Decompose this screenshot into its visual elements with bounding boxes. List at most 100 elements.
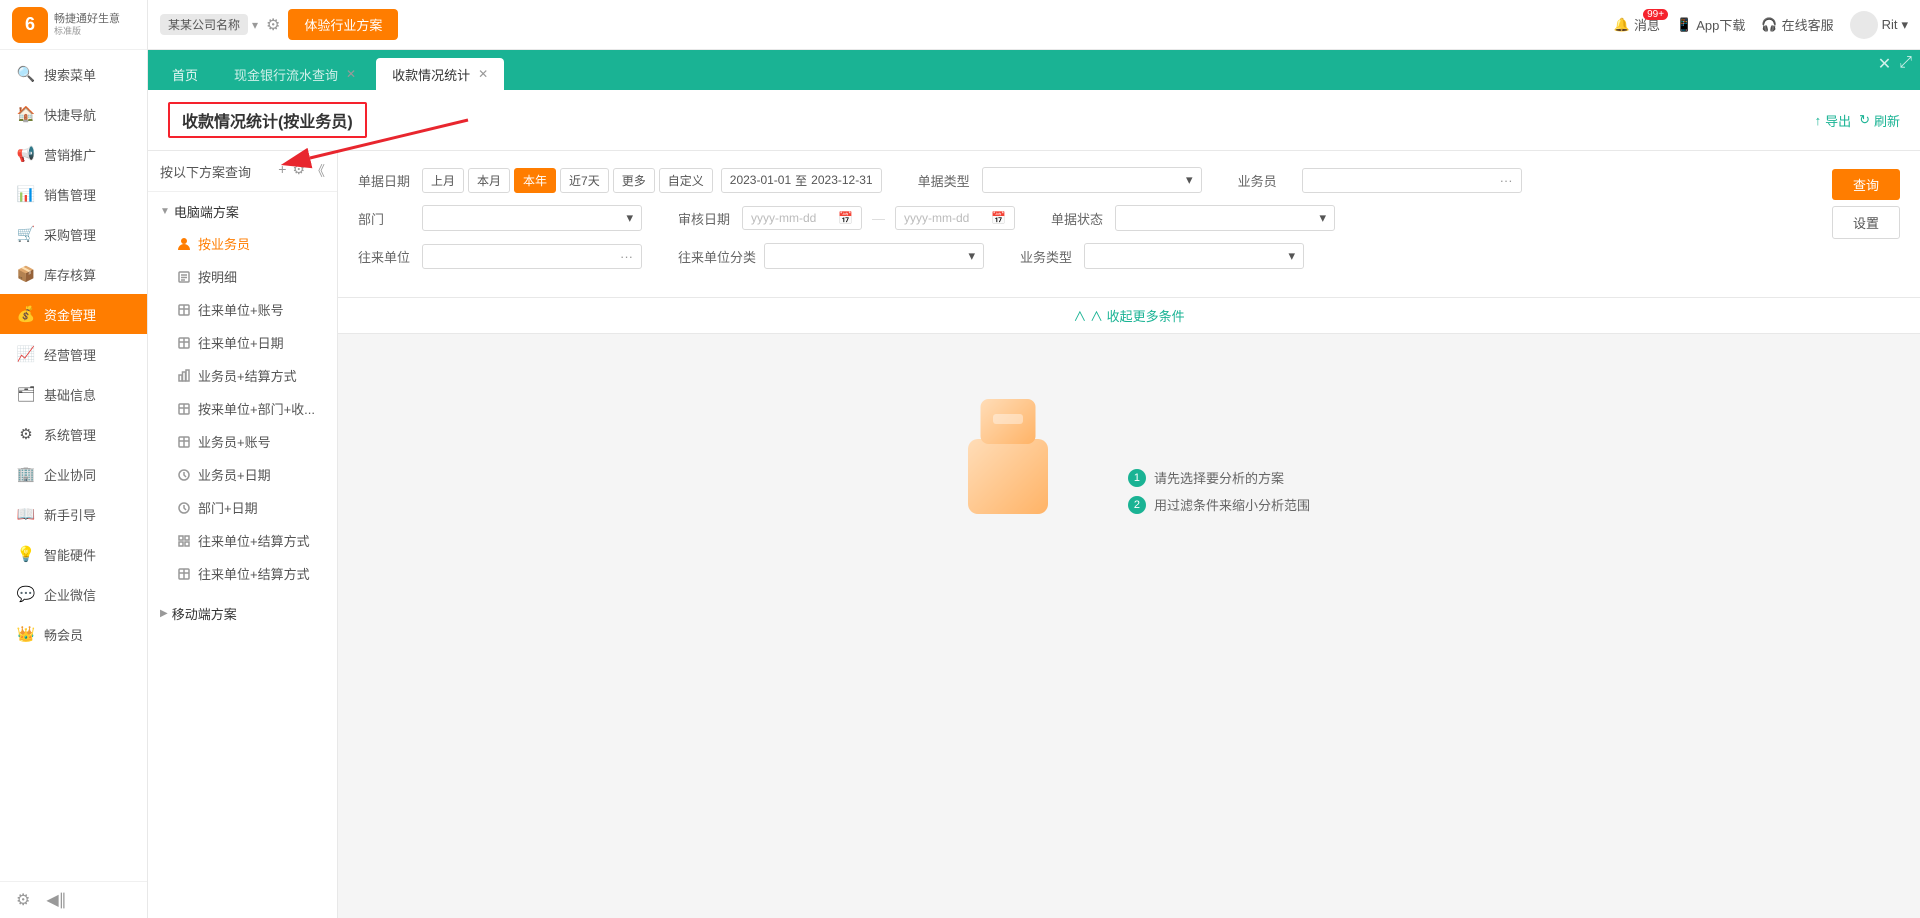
scheme-partner-dept[interactable]: 按来单位+部门+收... (148, 392, 337, 425)
scheme-settings-icon[interactable]: ⚙ (292, 161, 305, 181)
tab-collection-stat-close-icon[interactable]: ✕ (478, 67, 488, 81)
query-button[interactable]: 查询 (1832, 169, 1900, 200)
scheme-salesperson-settle[interactable]: 业务员+结算方式 (148, 359, 337, 392)
sidebar-item-quicknav[interactable]: 🏠 快捷导航 (0, 94, 147, 134)
empty-tip-1: 1 请先选择要分析的方案 (1128, 468, 1310, 487)
biztype-select[interactable]: ▾ (1084, 243, 1304, 269)
collapse-panel-icon[interactable]: 《 (311, 161, 325, 181)
logo-icon: 6 (12, 7, 48, 43)
filter-buttons: 查询 设置 (1820, 167, 1900, 239)
sidebar-item-smarthw[interactable]: 💡 智能硬件 (0, 534, 147, 574)
sidebar-item-sysmanage[interactable]: ⚙ 系统管理 (0, 414, 147, 454)
chart-icon (176, 368, 192, 384)
date-btn-this-month[interactable]: 本月 (468, 168, 510, 193)
user-chevron-icon: ▾ (1901, 17, 1908, 33)
online-service-button[interactable]: 🎧 在线客服 (1761, 15, 1833, 34)
triangle-right-icon: ▶ (160, 608, 168, 619)
sidebar-menu: 🔍 搜索菜单 🏠 快捷导航 📢 营销推广 📊 销售管理 🛒 采购管理 📦 库存核… (0, 50, 147, 881)
app-logo: 6 畅捷通好生意 标准版 (0, 0, 147, 50)
sidebar-item-starter[interactable]: 📖 新手引导 (0, 494, 147, 534)
sidebar-item-purchase[interactable]: 🛒 采购管理 (0, 214, 147, 254)
filter-row-2: 部门 ▾ 审核日期 yyyy-mm-dd 📅 (358, 205, 1820, 231)
sidebar-item-baseinfo[interactable]: 🗂 基础信息 (0, 374, 147, 414)
scheme-partner-account[interactable]: 往来单位+账号 (148, 293, 337, 326)
desktop-group-header[interactable]: ▼ 电脑端方案 (148, 196, 337, 227)
header-settings-icon[interactable]: ⚙ (266, 15, 280, 35)
sidebar-item-finance[interactable]: 💰 资金管理 (0, 294, 147, 334)
search-icon: 🔍 (16, 64, 36, 84)
scheme-partner-date[interactable]: 往来单位+日期 (148, 326, 337, 359)
sidebar-item-enterprise[interactable]: 🏢 企业协同 (0, 454, 147, 494)
scheme-by-salesperson[interactable]: 按业务员 (148, 227, 337, 260)
tab-home[interactable]: 首页 (156, 58, 214, 90)
messages-button[interactable]: 🔔 消息 99+ (1614, 15, 1660, 34)
date-label: 单据日期 (358, 171, 414, 190)
trial-button[interactable]: 体验行业方案 (288, 9, 398, 40)
desktop-scheme-section: ▼ 电脑端方案 按业务员 按明细 (148, 192, 337, 594)
refresh-button[interactable]: ↻ 刷新 (1859, 111, 1900, 130)
sidebar-item-wechat[interactable]: 💬 企业微信 (0, 574, 147, 614)
docstatus-chevron-icon: ▾ (1319, 210, 1326, 226)
right-content: 单据日期 上月 本月 本年 近7天 更多 自定义 (338, 151, 1920, 918)
sidebar-item-inventory[interactable]: 📦 库存核算 (0, 254, 147, 294)
window-maximize-icon[interactable]: ⤢ (1899, 54, 1912, 74)
scheme-salesperson-date[interactable]: 业务员+日期 (148, 458, 337, 491)
sidebar-settings-icon[interactable]: ⚙ (16, 890, 30, 910)
app-download-button[interactable]: 📱 App下载 (1676, 15, 1745, 34)
tab-bank-flow-close-icon[interactable]: ✕ (346, 67, 356, 81)
scheme-dept-date[interactable]: 部门+日期 (148, 491, 337, 524)
dept-select[interactable]: ▾ (422, 205, 642, 231)
counterparty-more-icon[interactable]: ··· (620, 249, 633, 264)
settings-button[interactable]: 设置 (1832, 206, 1900, 239)
tab-collection-stat[interactable]: 收款情况统计 ✕ (376, 58, 504, 90)
user-avatar[interactable]: Rit ▾ (1850, 11, 1908, 39)
table2-icon (176, 335, 192, 351)
date-btn-more[interactable]: 更多 (613, 168, 655, 193)
sidebar: 6 畅捷通好生意 标准版 🔍 搜索菜单 🏠 快捷导航 📢 营销推广 📊 销售管理… (0, 0, 148, 918)
mobile-group-header[interactable]: ▶ 移动端方案 (148, 598, 337, 629)
export-button[interactable]: ↑ 导出 (1815, 111, 1852, 130)
sidebar-item-search[interactable]: 🔍 搜索菜单 (0, 54, 147, 94)
counterparty-select[interactable]: ··· (422, 244, 642, 269)
grid-icon (176, 533, 192, 549)
date-btn-this-year[interactable]: 本年 (514, 168, 556, 193)
empty-illustration (948, 394, 1068, 514)
salesperson-more-icon[interactable]: ··· (1500, 173, 1513, 188)
avatar-image (1850, 11, 1878, 39)
scheme-by-detail[interactable]: 按明细 (148, 260, 337, 293)
filter-dept-item: 部门 ▾ (358, 205, 642, 231)
sidebar-item-member[interactable]: 👑 畅会员 (0, 614, 147, 654)
baseinfo-icon: 🗂 (16, 384, 36, 404)
reviewdate-label: 审核日期 (678, 209, 734, 228)
date-btn-last-month[interactable]: 上月 (422, 168, 464, 193)
window-close-icon[interactable]: ✕ (1878, 54, 1891, 74)
tab-bank-flow[interactable]: 现金银行流水查询 ✕ (218, 58, 372, 90)
table5-icon (176, 566, 192, 582)
reviewdate-to-input[interactable]: yyyy-mm-dd 📅 (895, 206, 1015, 230)
home-icon: 🏠 (16, 104, 36, 124)
service-icon: 🎧 (1761, 17, 1777, 33)
workspace-selector[interactable]: 某某公司名称 ▾ (160, 14, 258, 35)
doctype-select[interactable]: ▾ (982, 167, 1202, 193)
date-btn-custom[interactable]: 自定义 (659, 168, 713, 193)
counterparty-cat-select[interactable]: ▾ (764, 243, 984, 269)
collapse-more-bar[interactable]: ∧ ∧ 收起更多条件 (338, 298, 1920, 334)
date-btn-7days[interactable]: 近7天 (560, 168, 609, 193)
reviewdate-from-input[interactable]: yyyy-mm-dd 📅 (742, 206, 862, 230)
finance-icon: 💰 (16, 304, 36, 324)
salesperson-select[interactable]: ··· (1302, 168, 1522, 193)
add-scheme-icon[interactable]: + (278, 161, 286, 181)
docstatus-select[interactable]: ▾ (1115, 205, 1335, 231)
sidebar-collapse-icon[interactable]: ◀∥ (46, 890, 66, 910)
scheme-partner-settle2[interactable]: 往来单位+结算方式 (148, 557, 337, 590)
bell-icon: 🔔 (1614, 17, 1630, 33)
sidebar-item-sales[interactable]: 📊 销售管理 (0, 174, 147, 214)
clock2-icon (176, 500, 192, 516)
scheme-salesperson-account[interactable]: 业务员+账号 (148, 425, 337, 458)
sidebar-item-operations[interactable]: 📈 经营管理 (0, 334, 147, 374)
sidebar-item-marketing[interactable]: 📢 营销推广 (0, 134, 147, 174)
scheme-partner-settle[interactable]: 往来单位+结算方式 (148, 524, 337, 557)
doctype-chevron-icon: ▾ (1186, 172, 1193, 188)
header: 某某公司名称 ▾ ⚙ 体验行业方案 🔔 消息 99+ 📱 App下载 🎧 在线客… (148, 0, 1920, 50)
biztype-chevron-icon: ▾ (1288, 248, 1295, 264)
